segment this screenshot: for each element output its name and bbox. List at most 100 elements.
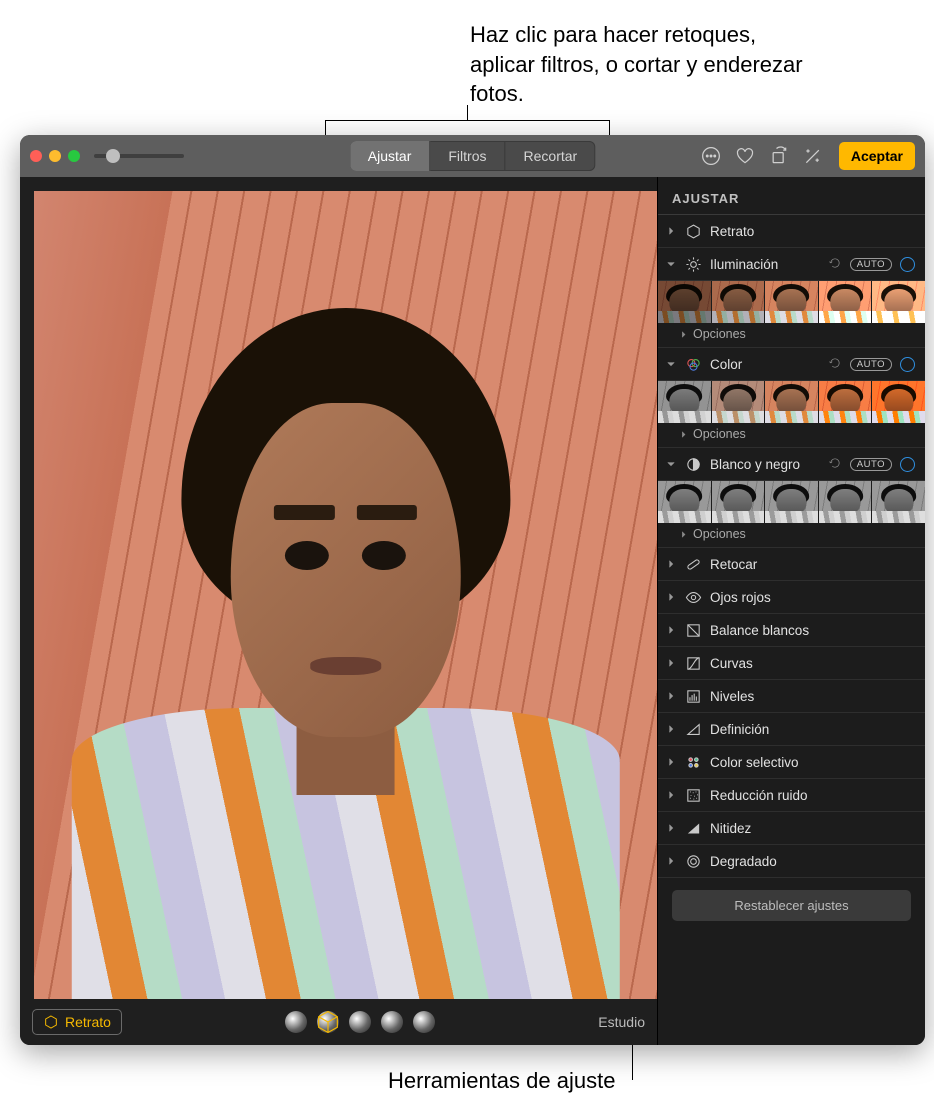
minimize-window-button[interactable]	[49, 150, 61, 162]
tab-crop[interactable]: Recortar	[506, 141, 596, 171]
row-label: Iluminación	[710, 257, 820, 272]
color-thumb[interactable]	[819, 381, 872, 423]
options-label: Opciones	[693, 327, 746, 341]
undo-icon	[828, 256, 842, 270]
curves-icon	[685, 655, 702, 672]
enable-bw-toggle[interactable]	[900, 457, 915, 472]
photo-canvas[interactable]	[34, 191, 657, 999]
row-label: Degradado	[710, 854, 915, 869]
close-window-button[interactable]	[30, 150, 42, 162]
lighting-option-studio[interactable]	[317, 1011, 339, 1033]
adjust-row-bw[interactable]: Blanco y negro AUTO	[658, 448, 925, 481]
row-label: Color selectivo	[710, 755, 915, 770]
chevron-right-icon	[667, 758, 675, 766]
enable-color-toggle[interactable]	[900, 357, 915, 372]
toolbar: Ajustar Filtros Recortar Aceptar	[20, 135, 925, 177]
chevron-right-icon	[667, 857, 675, 865]
window-controls	[30, 150, 80, 162]
viewer-bottom-bar: Retrato Estudio	[20, 999, 657, 1045]
lighting-option-stage-mono[interactable]	[413, 1011, 435, 1033]
bw-thumbnails[interactable]	[658, 481, 925, 523]
bw-thumb[interactable]	[712, 481, 765, 523]
lighting-picker	[285, 1011, 435, 1033]
auto-enhance-button[interactable]	[799, 142, 827, 170]
color-thumb[interactable]	[712, 381, 765, 423]
portrait-mode-button[interactable]: Retrato	[32, 1009, 122, 1035]
options-label: Opciones	[693, 527, 746, 541]
adjust-row-selcolor[interactable]: Color selectivo	[658, 746, 925, 779]
adjust-row-light[interactable]: Iluminación AUTO	[658, 248, 925, 281]
more-options-button[interactable]	[697, 142, 725, 170]
reset-bw-button[interactable]	[828, 456, 842, 473]
color-options-row[interactable]: Opciones	[658, 423, 925, 448]
portrait-badge-label: Retrato	[65, 1014, 111, 1030]
reset-light-button[interactable]	[828, 256, 842, 273]
adjust-row-wb[interactable]: Balance blancos	[658, 614, 925, 647]
light-thumb[interactable]	[712, 281, 765, 323]
bw-thumb[interactable]	[765, 481, 818, 523]
rotate-button[interactable]	[765, 142, 793, 170]
bw-thumb[interactable]	[872, 481, 925, 523]
tab-adjust[interactable]: Ajustar	[350, 141, 431, 171]
bw-options-row[interactable]: Opciones	[658, 523, 925, 548]
adjust-row-retouch[interactable]: Retocar	[658, 548, 925, 581]
chevron-right-icon	[667, 593, 675, 601]
auto-color-button[interactable]: AUTO	[850, 358, 892, 371]
row-label: Balance blancos	[710, 623, 915, 638]
reset-color-button[interactable]	[828, 356, 842, 373]
row-label: Retrato	[710, 224, 915, 239]
auto-light-button[interactable]: AUTO	[850, 258, 892, 271]
app-window: Ajustar Filtros Recortar Aceptar	[20, 135, 925, 1045]
fullscreen-window-button[interactable]	[68, 150, 80, 162]
callout-top-text: Haz clic para hacer retoques, aplicar fi…	[470, 20, 810, 109]
rotate-icon	[769, 146, 789, 166]
chevron-right-icon	[667, 824, 675, 832]
adjust-row-definition[interactable]: Definición	[658, 713, 925, 746]
sharpen-icon	[685, 820, 702, 837]
adjust-row-redeye[interactable]: Ojos rojos	[658, 581, 925, 614]
enable-light-toggle[interactable]	[900, 257, 915, 272]
adjust-row-vignette[interactable]: Degradado	[658, 845, 925, 878]
bw-thumb[interactable]	[819, 481, 872, 523]
lighting-option-stage[interactable]	[381, 1011, 403, 1033]
light-options-row[interactable]: Opciones	[658, 323, 925, 348]
bw-thumb[interactable]	[658, 481, 711, 523]
undo-icon	[828, 456, 842, 470]
chevron-right-icon	[680, 531, 687, 538]
lighting-option-contour[interactable]	[349, 1011, 371, 1033]
undo-icon	[828, 356, 842, 370]
lighting-option-natural[interactable]	[285, 1011, 307, 1033]
color-thumb[interactable]	[765, 381, 818, 423]
light-thumb[interactable]	[658, 281, 711, 323]
adjust-row-portrait[interactable]: Retrato	[658, 215, 925, 248]
row-label: Retocar	[710, 557, 915, 572]
hexagon-icon	[43, 1014, 59, 1030]
auto-bw-button[interactable]: AUTO	[850, 458, 892, 471]
color-thumb[interactable]	[872, 381, 925, 423]
zoom-slider[interactable]	[94, 154, 184, 158]
favorite-button[interactable]	[731, 142, 759, 170]
adjust-row-color[interactable]: Color AUTO	[658, 348, 925, 381]
adjust-row-noise[interactable]: Reducción ruido	[658, 779, 925, 812]
done-button[interactable]: Aceptar	[839, 142, 915, 170]
options-label: Opciones	[693, 427, 746, 441]
reset-adjustments-button[interactable]: Restablecer ajustes	[672, 890, 911, 921]
adjust-row-sharpen[interactable]: Nitidez	[658, 812, 925, 845]
light-thumb[interactable]	[765, 281, 818, 323]
noise-icon	[685, 787, 702, 804]
color-thumb[interactable]	[658, 381, 711, 423]
wand-icon	[803, 146, 823, 166]
adjust-row-levels[interactable]: Niveles	[658, 680, 925, 713]
light-thumb[interactable]	[819, 281, 872, 323]
adjust-row-curves[interactable]: Curvas	[658, 647, 925, 680]
levels-icon	[685, 688, 702, 705]
chevron-right-icon	[667, 227, 675, 235]
light-thumbnails[interactable]	[658, 281, 925, 323]
color-thumbnails[interactable]	[658, 381, 925, 423]
light-thumb[interactable]	[872, 281, 925, 323]
chevron-down-icon	[667, 360, 675, 368]
tab-filters[interactable]: Filtros	[430, 141, 505, 171]
row-label: Niveles	[710, 689, 915, 704]
palette-icon	[685, 754, 702, 771]
sidebar-title: AJUSTAR	[658, 177, 925, 215]
